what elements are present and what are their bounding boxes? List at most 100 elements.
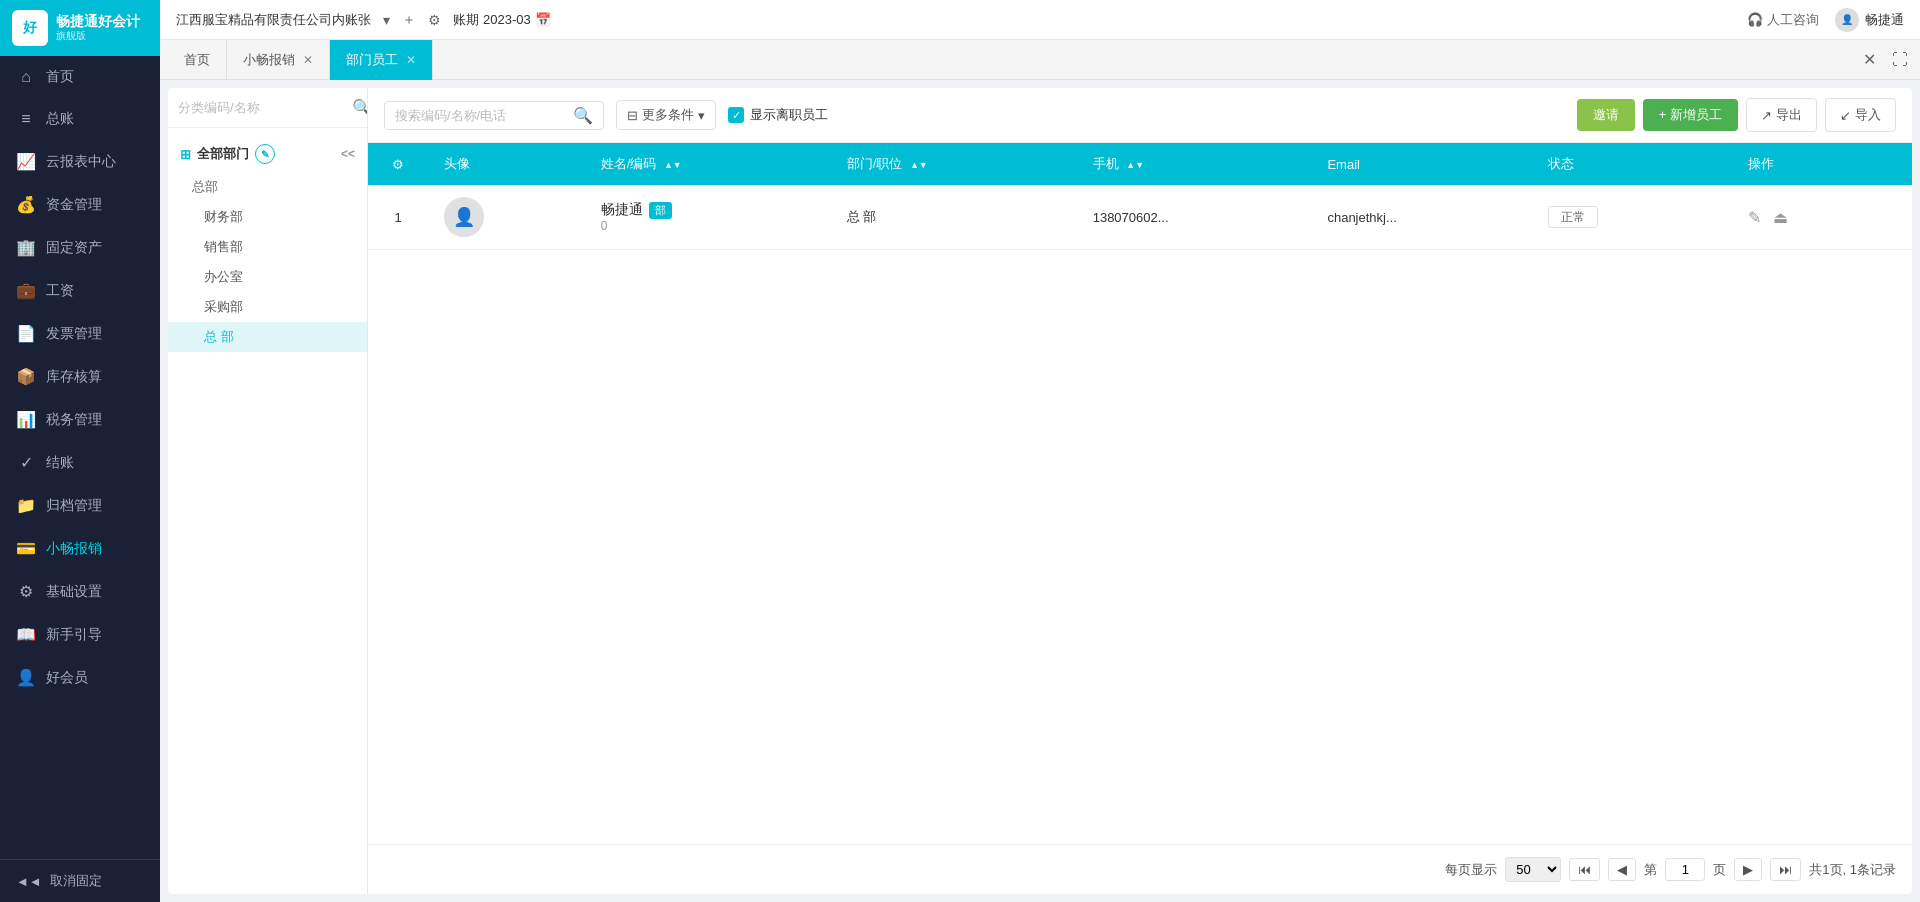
sidebar-item-label: 好会员 (46, 669, 88, 687)
col-phone[interactable]: 手机 ▲▼ (1077, 143, 1312, 185)
sidebar-item-archive[interactable]: 📁 归档管理 (0, 484, 160, 527)
sidebar-item-inventory[interactable]: 📦 库存核算 (0, 355, 160, 398)
archive-icon: 📁 (16, 496, 36, 515)
tab-expense[interactable]: 小畅报销 ✕ (227, 40, 330, 80)
dept-list: ⊞ 全部部门 ✎ << 总部 财务部 销售部 办公室 (168, 128, 367, 894)
emp-name: 畅捷通 (601, 201, 643, 219)
support-button[interactable]: 🎧 人工咨询 (1747, 11, 1819, 29)
next-page-button[interactable]: ▶ (1734, 858, 1762, 881)
sidebar-item-expense[interactable]: 💳 小畅报销 (0, 527, 160, 570)
add-icon[interactable]: ＋ (402, 11, 416, 29)
emp-search-input[interactable] (395, 108, 567, 123)
edit-dept-icon[interactable]: ✎ (255, 144, 275, 164)
all-dept-item[interactable]: ⊞ 全部部门 ✎ << (168, 136, 367, 172)
user-info: 👤 畅捷通 (1835, 8, 1904, 32)
first-page-button[interactable]: ⏮ (1569, 858, 1600, 881)
emp-dept-cell: 总 部 (831, 185, 1077, 250)
add-employee-button[interactable]: + 新增员工 (1643, 99, 1738, 131)
close-tab-button[interactable]: ✕ (1859, 46, 1880, 73)
dept-item-purchase[interactable]: 采购部 (168, 292, 367, 322)
salary-icon: 💼 (16, 281, 36, 300)
user-name: 畅捷通 (1865, 11, 1904, 29)
page-suffix-label: 页 (1713, 861, 1726, 879)
logo-text: 畅捷通好会计 (56, 13, 140, 30)
employee-table-container: ⚙ 头像 姓名/编码 ▲▼ 部门/职位 ▲▼ (368, 143, 1912, 844)
filter-icon: ⊟ (627, 108, 638, 123)
dept-item-sales[interactable]: 销售部 (168, 232, 367, 262)
sidebar-item-label: 税务管理 (46, 411, 102, 429)
emp-code: 0 (601, 219, 815, 233)
assets-icon: 🏢 (16, 238, 36, 257)
dept-item-general[interactable]: 总 部 (168, 322, 367, 352)
prev-page-button[interactable]: ◀ (1608, 858, 1636, 881)
import-label: 导入 (1855, 106, 1881, 124)
sidebar-item-label: 基础设置 (46, 583, 102, 601)
dept-parent-label[interactable]: 总部 (168, 172, 367, 202)
col-dept[interactable]: 部门/职位 ▲▼ (831, 143, 1077, 185)
guide-icon: 📖 (16, 625, 36, 644)
expand-tab-button[interactable]: ⛶ (1888, 46, 1912, 73)
sidebar-item-ledger[interactable]: ≡ 总账 (0, 98, 160, 140)
emp-dept-badge: 部 (649, 202, 672, 219)
dept-item-office[interactable]: 办公室 (168, 262, 367, 292)
dept-search-icon[interactable]: 🔍 (352, 98, 368, 117)
calendar-icon[interactable]: 📅 (535, 12, 551, 27)
sidebar-item-fixed-assets[interactable]: 🏢 固定资产 (0, 226, 160, 269)
sidebar-item-finance[interactable]: 💰 资金管理 (0, 183, 160, 226)
home-icon: ⌂ (16, 68, 36, 86)
close-expense-tab[interactable]: ✕ (303, 53, 313, 67)
dropdown-arrow-icon: ▾ (698, 108, 705, 123)
tab-dept[interactable]: 部门员工 ✕ (330, 40, 433, 80)
collapse-btn[interactable]: << (341, 147, 355, 161)
show-resigned-checkbox[interactable]: ✓ (728, 107, 744, 123)
dept-search-area: 🔍 (168, 88, 367, 128)
inventory-icon: 📦 (16, 367, 36, 386)
dept-group: 总部 财务部 销售部 办公室 采购部 总 部 (168, 172, 367, 352)
sidebar: 好 畅捷通好会计 旗舰版 ⌂ 首页 ≡ 总账 📈 云报表中心 💰 资金管理 🏢 … (0, 0, 160, 902)
page-number-input[interactable] (1665, 858, 1705, 881)
col-name[interactable]: 姓名/编码 ▲▼ (585, 143, 831, 185)
add-emp-label: + 新增员工 (1659, 106, 1722, 124)
sidebar-item-member[interactable]: 👤 好会员 (0, 656, 160, 699)
right-panel: 🔍 ⊟ 更多条件 ▾ ✓ 显示离职员工 邀请 + 新增员工 (368, 88, 1912, 894)
dropdown-icon[interactable]: ▾ (383, 12, 390, 28)
filter-button[interactable]: ⊟ 更多条件 ▾ (616, 100, 716, 130)
sidebar-item-label: 工资 (46, 282, 74, 300)
sidebar-item-label: 固定资产 (46, 239, 102, 257)
search-icon[interactable]: 🔍 (573, 106, 593, 125)
close-dept-tab[interactable]: ✕ (406, 53, 416, 67)
sidebar-item-close-account[interactable]: ✓ 结账 (0, 441, 160, 484)
col-settings[interactable]: ⚙ (368, 143, 428, 185)
dept-panel: 🔍 ⊞ 全部部门 ✎ << 总部 财务部 销售部 (168, 88, 368, 894)
per-page-select[interactable]: 50 20 100 (1505, 857, 1561, 882)
all-dept-label: 全部部门 (197, 145, 249, 163)
dept-search-input[interactable] (178, 100, 346, 115)
invite-button[interactable]: 邀请 (1577, 99, 1635, 131)
topbar: 江西服宝精品有限责任公司内账张 ▾ ＋ ⚙ 账期 2023-03 📅 🎧 人工咨… (160, 0, 1920, 40)
edit-emp-icon[interactable]: ✎ (1748, 208, 1761, 227)
avatar-icon: 👤 (1841, 14, 1853, 25)
last-page-button[interactable]: ⏭ (1770, 858, 1801, 881)
sidebar-item-label: 首页 (46, 68, 74, 86)
expense-icon: 💳 (16, 539, 36, 558)
sidebar-item-home[interactable]: ⌂ 首页 (0, 56, 160, 98)
export-button[interactable]: ↗ 导出 (1746, 98, 1817, 132)
dept-item-finance[interactable]: 财务部 (168, 202, 367, 232)
sidebar-item-tax[interactable]: 📊 税务管理 (0, 398, 160, 441)
pagination-bar: 每页显示 50 20 100 ⏮ ◀ 第 页 ▶ ⏭ 共1页, 1条记录 (368, 844, 1912, 894)
cancel-pin-button[interactable]: ◄◄ 取消固定 (0, 859, 160, 902)
sidebar-item-guide[interactable]: 📖 新手引导 (0, 613, 160, 656)
logout-emp-icon[interactable]: ⏏ (1773, 208, 1788, 227)
import-button[interactable]: ↙ 导入 (1825, 98, 1896, 132)
tab-home[interactable]: 首页 (168, 40, 227, 80)
total-info: 共1页, 1条记录 (1809, 861, 1896, 879)
per-page-label: 每页显示 (1445, 861, 1497, 879)
col-avatar: 头像 (428, 143, 585, 185)
settings-icon[interactable]: ⚙ (428, 12, 441, 28)
sidebar-item-basic-settings[interactable]: ⚙ 基础设置 (0, 570, 160, 613)
table-row: 1 👤 畅捷通 部 (368, 185, 1912, 250)
sidebar-item-cloud-report[interactable]: 📈 云报表中心 (0, 140, 160, 183)
sidebar-item-salary[interactable]: 💼 工资 (0, 269, 160, 312)
employee-table: ⚙ 头像 姓名/编码 ▲▼ 部门/职位 ▲▼ (368, 143, 1912, 250)
sidebar-item-invoice[interactable]: 📄 发票管理 (0, 312, 160, 355)
